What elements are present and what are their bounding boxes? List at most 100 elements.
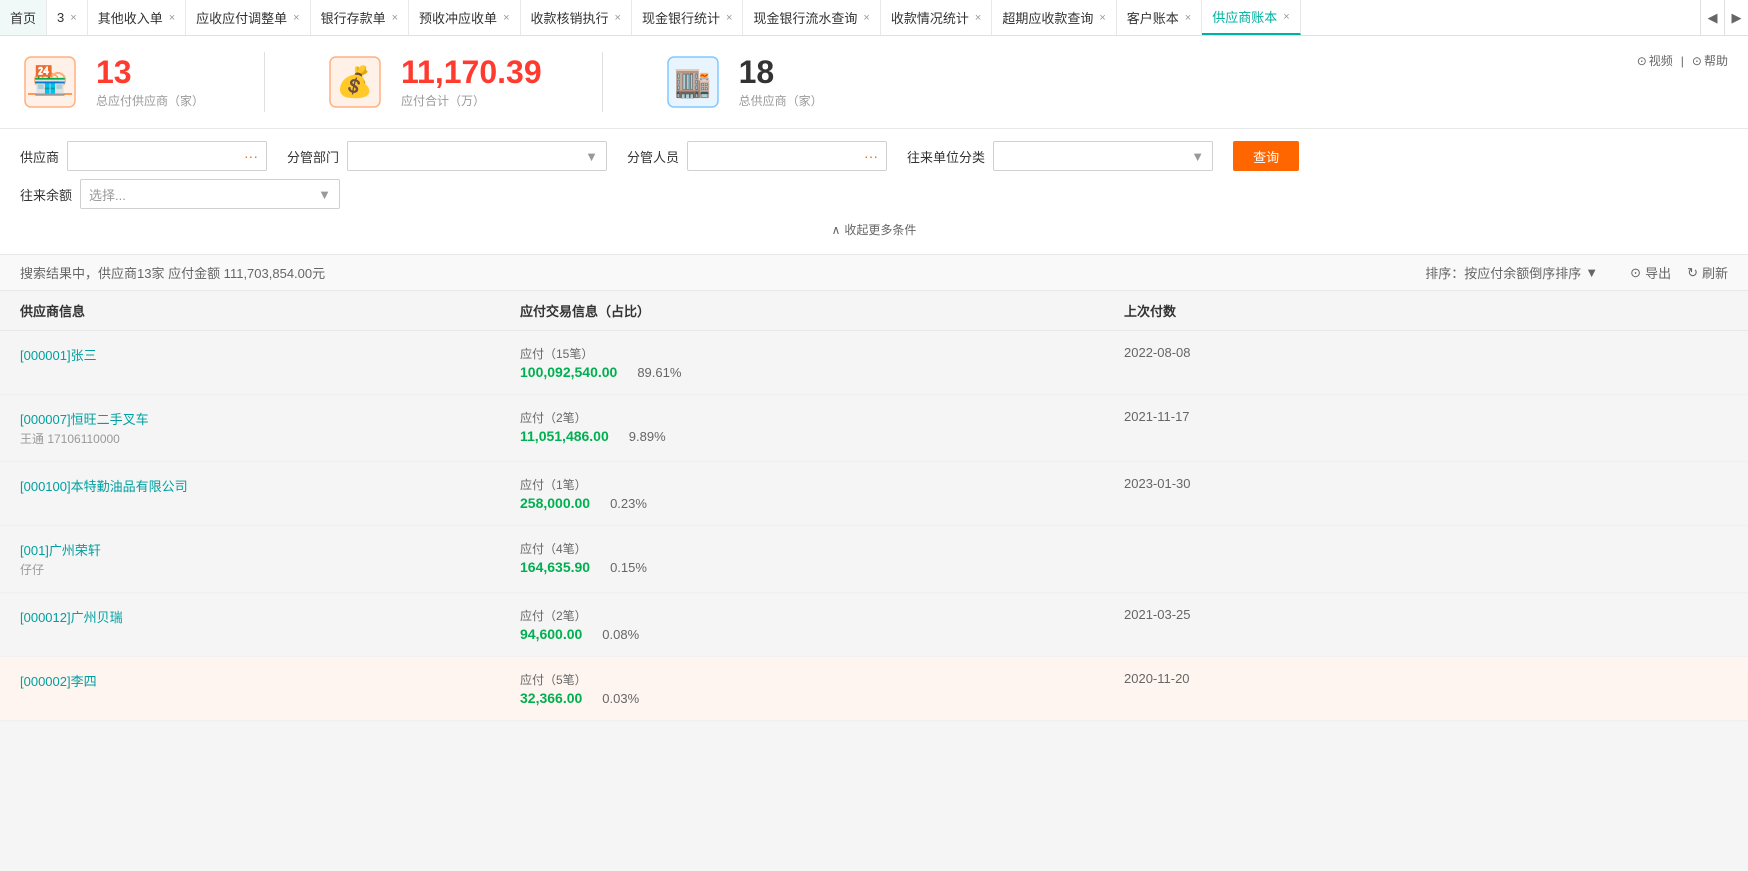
table-row: [000007]恒旺二手叉车 王通 17106110000 应付（2笔） 11,… bbox=[0, 395, 1748, 462]
supplier-icon: ⬡ 🏪 bbox=[20, 52, 80, 112]
stat-divider-2 bbox=[602, 52, 603, 112]
nav-supplier-ledger[interactable]: 供应商账本 × bbox=[1202, 0, 1300, 35]
trans-label: 应付（2笔） bbox=[520, 409, 1124, 426]
nav-advance-collection[interactable]: 预收冲应收单 × bbox=[409, 0, 520, 35]
filter-balance: 往来余额 选择... ▼ bbox=[20, 179, 340, 209]
col-supplier-info: 供应商信息 bbox=[20, 301, 520, 320]
stats-bar: ⬡ 🏪 13 总应付供应商（家） 💰 11,170.39 应 bbox=[0, 36, 1748, 129]
nav-tab-3[interactable]: 3 × bbox=[47, 0, 88, 35]
dept-arrow-icon: ▼ bbox=[585, 149, 598, 164]
close-icon[interactable]: × bbox=[1283, 11, 1289, 23]
close-icon[interactable]: × bbox=[169, 12, 175, 24]
table-header: 供应商信息 应付交易信息（占比） 上次付数 bbox=[0, 291, 1748, 331]
sort-arrow-icon: ▼ bbox=[1585, 265, 1598, 280]
supplier-cell: [000001]张三 bbox=[20, 345, 520, 364]
nav-home[interactable]: 首页 bbox=[0, 0, 47, 35]
svg-text:🏪: 🏪 bbox=[33, 64, 68, 97]
export-button[interactable]: ⊙ 导出 bbox=[1630, 263, 1671, 282]
nav-left-arrow[interactable]: ◀ bbox=[1700, 0, 1724, 36]
person-input[interactable]: ··· bbox=[687, 141, 887, 171]
unit-select[interactable]: ▼ bbox=[993, 141, 1213, 171]
refresh-button[interactable]: ↻ 刷新 bbox=[1687, 263, 1728, 282]
refresh-label: 刷新 bbox=[1702, 263, 1728, 282]
last-date-cell: 2023-01-30 bbox=[1124, 476, 1728, 491]
nav-cash-bank-stats[interactable]: 现金银行统计 × bbox=[632, 0, 743, 35]
stat-divider-1 bbox=[264, 52, 265, 112]
amount-value: 32,366.00 bbox=[520, 690, 582, 706]
dept-filter-label: 分管部门 bbox=[287, 147, 339, 166]
nav-other-income[interactable]: 其他收入单 × bbox=[88, 0, 186, 35]
top-right-links: ⊙ 视频 | ⊙ 帮助 bbox=[1637, 52, 1728, 69]
trans-label: 应付（1笔） bbox=[520, 476, 1124, 493]
close-icon[interactable]: × bbox=[975, 12, 981, 24]
amount-value: 11,051,486.00 bbox=[520, 428, 609, 444]
close-icon[interactable]: × bbox=[392, 12, 398, 24]
dept-select[interactable]: ▼ bbox=[347, 141, 607, 171]
close-icon[interactable]: × bbox=[503, 12, 509, 24]
close-icon[interactable]: × bbox=[726, 12, 732, 24]
nav-overdue-query[interactable]: 超期应收款查询 × bbox=[992, 0, 1116, 35]
filter-row-2: 往来余额 选择... ▼ bbox=[20, 179, 1728, 209]
close-icon[interactable]: × bbox=[615, 12, 621, 24]
percentage-value: 0.15% bbox=[610, 560, 647, 575]
supplier-input[interactable]: ··· bbox=[67, 141, 267, 171]
table-row: [000001]张三 应付（15笔） 100,092,540.00 89.61%… bbox=[0, 331, 1748, 395]
help-link[interactable]: 帮助 bbox=[1704, 52, 1728, 69]
help-icon: ⊙ bbox=[1692, 54, 1702, 68]
nav-right-arrow[interactable]: ▶ bbox=[1724, 0, 1748, 36]
video-link[interactable]: 视频 bbox=[1649, 52, 1673, 69]
trans-label: 应付（2笔） bbox=[520, 607, 1124, 624]
collapse-button[interactable]: ∧ 收起更多条件 bbox=[20, 217, 1728, 242]
store-icon: 🏬 bbox=[663, 52, 723, 112]
supplier-cell: [000007]恒旺二手叉车 王通 17106110000 bbox=[20, 409, 520, 447]
close-icon[interactable]: × bbox=[863, 12, 869, 24]
supplier-link[interactable]: [000100]本特勤油品有限公司 bbox=[20, 479, 188, 494]
stat-payable-total: 💰 11,170.39 应付合计（万） bbox=[325, 52, 542, 112]
supplier-link[interactable]: [000002]李四 bbox=[20, 674, 97, 689]
nav-customer-ledger[interactable]: 客户账本 × bbox=[1117, 0, 1202, 35]
payable-suppliers-value: 13 bbox=[96, 56, 204, 88]
percentage-value: 89.61% bbox=[637, 365, 681, 380]
trans-cell: 应付（2笔） 11,051,486.00 9.89% bbox=[520, 409, 1124, 444]
nav-collection-stats[interactable]: 收款情况统计 × bbox=[881, 0, 992, 35]
person-dots-icon[interactable]: ··· bbox=[864, 148, 878, 164]
sort-label: 排序：按应付余额倒序排序 bbox=[1425, 263, 1581, 282]
trans-label: 应付（5笔） bbox=[520, 671, 1124, 688]
close-icon[interactable]: × bbox=[1185, 12, 1191, 24]
nav-collection-exec[interactable]: 收款核销执行 × bbox=[521, 0, 632, 35]
payable-suppliers-label: 总应付供应商（家） bbox=[96, 92, 204, 109]
query-button[interactable]: 查询 bbox=[1233, 141, 1299, 171]
filter-area: 供应商 ··· 分管部门 ▼ 分管人员 ··· 往来单位分类 bbox=[0, 129, 1748, 255]
supplier-link[interactable]: [000007]恒旺二手叉车 bbox=[20, 412, 149, 427]
supplier-link[interactable]: [000001]张三 bbox=[20, 348, 97, 363]
close-icon[interactable]: × bbox=[1099, 12, 1105, 24]
balance-select[interactable]: 选择... ▼ bbox=[80, 179, 340, 209]
result-summary: 搜索结果中，供应商13家 应付金额 111,703,854.00元 bbox=[20, 263, 325, 282]
svg-text:🏬: 🏬 bbox=[674, 66, 711, 99]
table-row: [000002]李四 应付（5笔） 32,366.00 0.03% 2020-1… bbox=[0, 657, 1748, 721]
trans-cell: 应付（5笔） 32,366.00 0.03% bbox=[520, 671, 1124, 706]
table-row: [000012]广州贝瑞 应付（2笔） 94,600.00 0.08% 2021… bbox=[0, 593, 1748, 657]
nav-receivable-adjustment[interactable]: 应收应付调整单 × bbox=[186, 0, 310, 35]
nav-scroll-arrows: ◀ ▶ bbox=[1700, 0, 1748, 36]
amount-value: 164,635.90 bbox=[520, 559, 590, 575]
nav-bank-deposit[interactable]: 银行存款单 × bbox=[311, 0, 409, 35]
nav-cash-flow-query[interactable]: 现金银行流水查询 × bbox=[743, 0, 880, 35]
supplier-link[interactable]: [001]广州荣轩 bbox=[20, 543, 101, 558]
col-last-payment: 上次付数 bbox=[1124, 301, 1728, 320]
trans-cell: 应付（4笔） 164,635.90 0.15% bbox=[520, 540, 1124, 575]
sort-select[interactable]: 排序：按应付余额倒序排序 ▼ bbox=[1425, 263, 1598, 282]
balance-filter-label: 往来余额 bbox=[20, 185, 72, 204]
export-label: 导出 bbox=[1645, 263, 1671, 282]
payable-total-value: 11,170.39 bbox=[401, 56, 542, 88]
close-icon[interactable]: × bbox=[70, 12, 76, 24]
close-icon[interactable]: × bbox=[293, 12, 299, 24]
amount-value: 258,000.00 bbox=[520, 495, 590, 511]
supplier-dots-icon[interactable]: ··· bbox=[244, 148, 258, 164]
supplier-cell: [000002]李四 bbox=[20, 671, 520, 690]
filter-supplier: 供应商 ··· bbox=[20, 141, 267, 171]
supplier-sub: 仔仔 bbox=[20, 561, 520, 578]
col-trans-info: 应付交易信息（占比） bbox=[520, 301, 1124, 320]
supplier-link[interactable]: [000012]广州贝瑞 bbox=[20, 610, 123, 625]
top-navigation: 首页 3 × 其他收入单 × 应收应付调整单 × 银行存款单 × 预收冲应收单 … bbox=[0, 0, 1748, 36]
